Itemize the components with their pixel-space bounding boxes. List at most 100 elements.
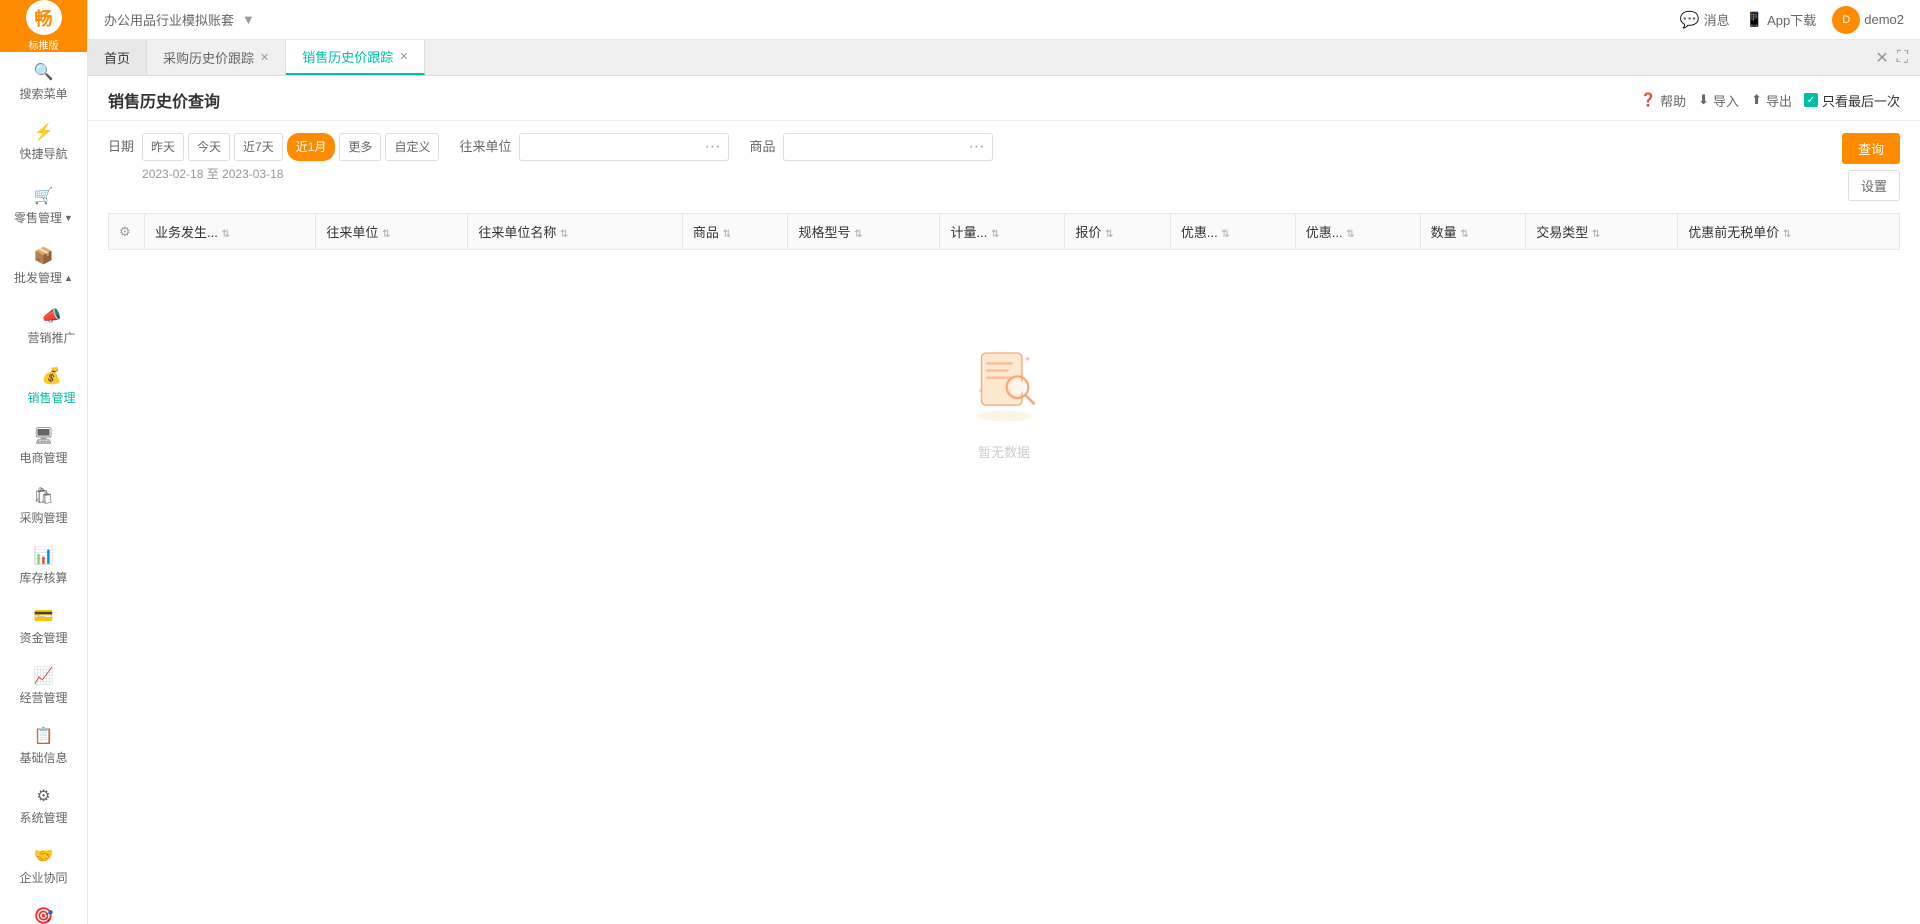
- date-filter-label: 日期: [108, 133, 134, 161]
- th-spec[interactable]: 规格型号 ⇅: [788, 214, 940, 250]
- date-btn-custom[interactable]: 自定义: [385, 133, 439, 161]
- sidebar-item-label: 销售管理: [27, 389, 75, 406]
- sidebar-item-label: 库存核算: [19, 569, 67, 586]
- counterparty-text-input[interactable]: [528, 140, 704, 155]
- sort-discount2-icon[interactable]: ⇅: [1346, 229, 1354, 240]
- sidebar-item-label: 经营管理: [19, 689, 67, 706]
- tab-purchase-history[interactable]: 采购历史价跟踪 ✕: [147, 40, 286, 75]
- app-download-btn[interactable]: 📱 App下载: [1746, 10, 1817, 29]
- only-last-checkbox-label[interactable]: ✓ 只看最后一次: [1804, 91, 1900, 110]
- only-last-label: 只看最后一次: [1822, 91, 1900, 110]
- date-btn-today[interactable]: 今天: [188, 133, 230, 161]
- user-menu[interactable]: D demo2: [1832, 6, 1904, 34]
- marketing-icon: 📣: [42, 306, 62, 326]
- date-filter-group: 日期 昨天 今天 近7天 近1月 更多 自定义 2023-02-18 至 202…: [108, 133, 439, 182]
- sidebar-item-search[interactable]: 🔍 搜索菜单: [0, 52, 88, 112]
- sidebar-item-shortcut[interactable]: ⚡ 快捷导航: [0, 112, 88, 172]
- th-trade-type-label: 交易类型: [1536, 225, 1588, 240]
- sidebar-item-guide[interactable]: 🎯 新手引导: [0, 896, 88, 924]
- page-header: 销售历史价查询 ❓ 帮助 ⬇ 导入 ⬆ 导出 ✓ 只: [88, 76, 1920, 121]
- product-input[interactable]: ···: [783, 133, 993, 161]
- export-icon: ⬆: [1751, 92, 1762, 108]
- th-biz-date[interactable]: 业务发生... ⇅: [145, 214, 316, 250]
- tab-sales-history-close[interactable]: ✕: [399, 50, 408, 63]
- table-header: ⚙ 业务发生... ⇅ 往来单位 ⇅ 往来单位名称 ⇅: [109, 214, 1900, 250]
- sort-unit-icon[interactable]: ⇅: [991, 229, 999, 240]
- th-discount2[interactable]: 优惠... ⇅: [1295, 214, 1420, 250]
- tab-sales-history[interactable]: 销售历史价跟踪 ✕: [286, 40, 425, 75]
- sidebar-item-basic[interactable]: 📋 基础信息: [0, 716, 88, 776]
- counterparty-input[interactable]: ···: [519, 133, 729, 161]
- th-quote-price-label: 报价: [1075, 225, 1101, 240]
- sidebar-item-operation[interactable]: 📈 经营管理: [0, 656, 88, 716]
- sort-pre-tax-price-icon[interactable]: ⇅: [1783, 229, 1791, 240]
- date-btn-yesterday[interactable]: 昨天: [142, 133, 184, 161]
- product-filter-group: 商品 ···: [749, 133, 993, 161]
- date-btn-1month[interactable]: 近1月: [287, 133, 336, 161]
- sort-quantity-icon[interactable]: ⇅: [1460, 229, 1468, 240]
- sort-counterparty-code-icon[interactable]: ⇅: [382, 229, 390, 240]
- sort-product-icon[interactable]: ⇅: [723, 229, 731, 240]
- sidebar-item-retail[interactable]: 🛒 零售管理▼: [0, 176, 88, 236]
- sort-biz-date-icon[interactable]: ⇅: [221, 229, 229, 240]
- logo-text: 标推版: [29, 37, 59, 52]
- th-quantity-label: 数量: [1431, 225, 1457, 240]
- shortcut-icon: ⚡: [34, 122, 54, 142]
- sidebar-item-sales[interactable]: 💰 销售管理: [0, 356, 88, 416]
- th-pre-tax-price[interactable]: 优惠前无税单价 ⇅: [1678, 214, 1900, 250]
- th-counterparty-name[interactable]: 往来单位名称 ⇅: [468, 214, 683, 250]
- avatar: D: [1832, 6, 1860, 34]
- app-download-label: App下载: [1767, 10, 1816, 29]
- sidebar-item-enterprise[interactable]: 🤝 企业协同: [0, 836, 88, 896]
- search-icon: 🔍: [34, 62, 54, 82]
- query-btn[interactable]: 查询: [1842, 133, 1900, 164]
- th-discount1[interactable]: 优惠... ⇅: [1170, 214, 1295, 250]
- svg-text:✦: ✦: [1024, 354, 1032, 364]
- th-unit[interactable]: 计量... ⇅: [940, 214, 1065, 250]
- table-settings-icon[interactable]: ⚙: [119, 224, 131, 239]
- th-settings: ⚙: [109, 214, 145, 250]
- sort-trade-type-icon[interactable]: ⇅: [1592, 229, 1600, 240]
- product-text-input[interactable]: [792, 140, 968, 155]
- sort-counterparty-name-icon[interactable]: ⇅: [560, 229, 568, 240]
- maximize-btn[interactable]: ⛶: [1897, 49, 1908, 67]
- filter-settings-btn[interactable]: 设置: [1848, 170, 1900, 201]
- counterparty-picker-btn[interactable]: ···: [704, 138, 720, 156]
- page-header-actions: ❓ 帮助 ⬇ 导入 ⬆ 导出 ✓ 只看最后一次: [1640, 91, 1900, 110]
- th-product[interactable]: 商品 ⇅: [682, 214, 788, 250]
- tab-home[interactable]: 首页: [88, 40, 147, 75]
- export-btn[interactable]: ⬆ 导出: [1751, 91, 1792, 110]
- help-btn[interactable]: ❓ 帮助: [1640, 91, 1686, 110]
- sidebar-item-marketing[interactable]: 📣 营销推广: [0, 296, 88, 356]
- sidebar-item-label: 企业协同: [19, 869, 67, 886]
- sort-discount1-icon[interactable]: ⇅: [1221, 229, 1229, 240]
- sidebar-item-wholesale[interactable]: 📦 批发管理▲: [0, 236, 88, 296]
- sidebar-item-finance[interactable]: 💳 资金管理: [0, 596, 88, 656]
- date-btn-more[interactable]: 更多: [339, 133, 381, 161]
- date-btn-7days[interactable]: 近7天: [234, 133, 283, 161]
- sort-spec-icon[interactable]: ⇅: [854, 229, 862, 240]
- tab-purchase-history-close[interactable]: ✕: [260, 51, 269, 64]
- table-body: ✦ ✦ 暂无数据: [109, 250, 1900, 542]
- app-selector-arrow[interactable]: ▼: [242, 12, 255, 27]
- sidebar-item-label: 搜索菜单: [19, 85, 67, 102]
- system-icon: ⚙: [36, 786, 50, 806]
- product-picker-btn[interactable]: ···: [968, 138, 984, 156]
- th-quantity[interactable]: 数量 ⇅: [1420, 214, 1526, 250]
- only-last-checkbox[interactable]: ✓: [1804, 93, 1818, 107]
- th-counterparty-code[interactable]: 往来单位 ⇅: [316, 214, 468, 250]
- sidebar-item-system[interactable]: ⚙ 系统管理: [0, 776, 88, 836]
- message-btn[interactable]: 💬 消息: [1680, 10, 1730, 30]
- sidebar-item-inventory[interactable]: 📊 库存核算: [0, 536, 88, 596]
- th-counterparty-code-label: 往来单位: [326, 225, 378, 240]
- wholesale-icon: 📦: [34, 246, 54, 266]
- th-trade-type[interactable]: 交易类型 ⇅: [1526, 214, 1678, 250]
- sidebar-item-purchase[interactable]: 🛍 采购管理: [0, 476, 88, 536]
- counterparty-label: 往来单位: [459, 133, 511, 161]
- sidebar-item-ecommerce[interactable]: 🖥 电商管理: [0, 416, 88, 476]
- sidebar: 畅 标推版 🔍 搜索菜单 ⚡ 快捷导航 🛒 零售管理▼ 📦 批发管理▲ 📣 营销…: [0, 0, 88, 924]
- th-quote-price[interactable]: 报价 ⇅: [1065, 214, 1171, 250]
- close-all-tabs-btn[interactable]: ✕: [1875, 48, 1888, 68]
- sort-quote-price-icon[interactable]: ⇅: [1105, 229, 1113, 240]
- import-btn[interactable]: ⬇ 导入: [1698, 91, 1739, 110]
